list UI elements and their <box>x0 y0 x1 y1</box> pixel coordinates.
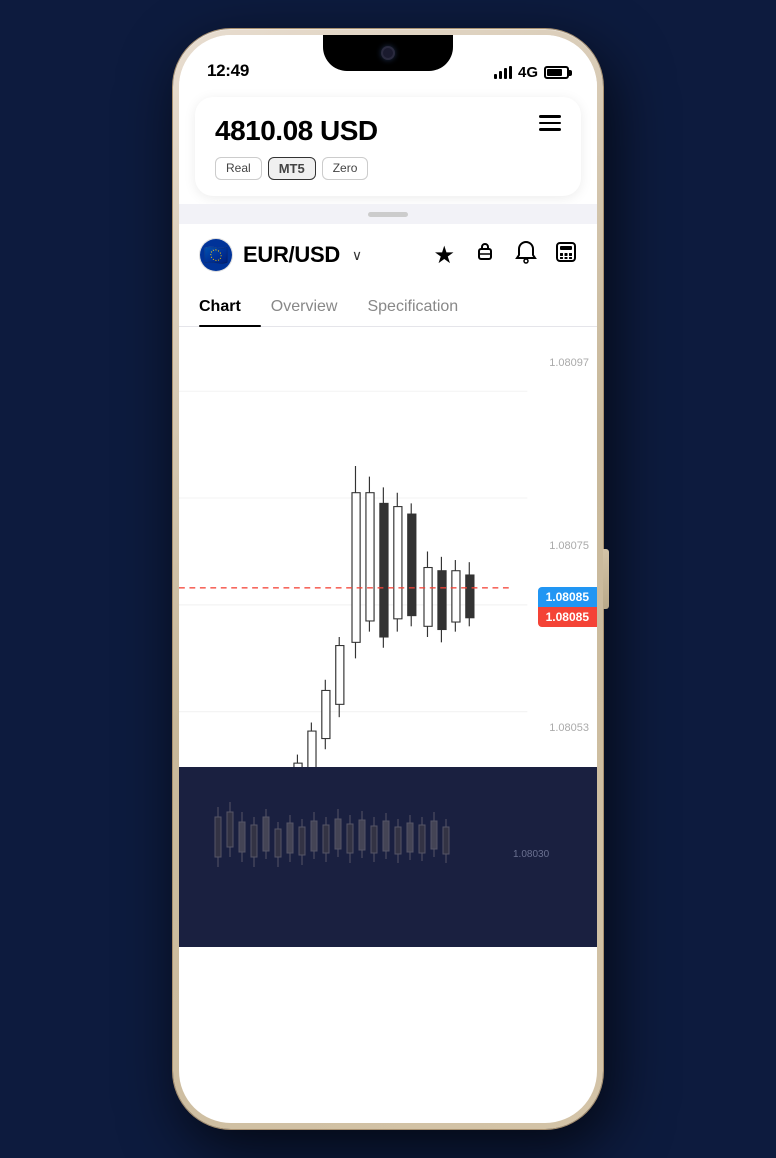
separator-area <box>179 204 597 224</box>
account-header: 4810.08 USD <box>215 115 561 147</box>
tag-mt5[interactable]: MT5 <box>268 157 316 180</box>
chart-dark-area: 1.08030 <box>179 767 597 947</box>
phone-notch <box>323 35 453 71</box>
briefcase-icon[interactable] <box>473 241 497 269</box>
tab-chart[interactable]: Chart <box>199 288 261 326</box>
signal-bar-1 <box>494 74 497 79</box>
hamburger-line-1 <box>539 115 561 118</box>
hamburger-line-2 <box>539 122 561 125</box>
chevron-down-icon[interactable]: ∨ <box>352 247 362 264</box>
dark-candles-svg: 1.08030 <box>179 767 597 947</box>
chart-area: 1.08097 1.08075 1.08053 1.08030 <box>179 327 597 947</box>
account-balance: 4810.08 USD <box>215 115 378 147</box>
calculator-icon[interactable] <box>555 241 577 269</box>
signal-bars <box>494 66 512 79</box>
price-label-1: 1.08097 <box>525 357 589 369</box>
eu-flag-icon: 🇪🇺 <box>199 238 233 272</box>
tag-zero[interactable]: Zero <box>322 157 369 180</box>
camera-dot <box>381 46 395 60</box>
svg-text:1.08030: 1.08030 <box>513 849 550 860</box>
tab-specification[interactable]: Specification <box>367 288 478 326</box>
phone-frame: 12:49 4G 4810.08 USD <box>173 29 603 1129</box>
price-label-4: 1.08053 <box>525 722 589 734</box>
account-card: 4810.08 USD Real MT5 Zero <box>195 97 581 196</box>
tag-real[interactable]: Real <box>215 157 262 180</box>
instrument-header: 🇪🇺 EUR/USD ∨ ★ <box>179 224 597 272</box>
battery-fill <box>547 69 562 76</box>
tab-overview[interactable]: Overview <box>271 288 358 326</box>
favorite-star-icon[interactable]: ★ <box>433 241 455 270</box>
signal-bar-3 <box>504 68 507 79</box>
signal-bar-4 <box>509 66 512 79</box>
separator-pill <box>368 212 408 217</box>
instrument-actions: ★ <box>433 240 577 270</box>
bid-ask-container: 1.08085 1.08085 <box>538 587 597 627</box>
status-right: 4G <box>494 64 569 81</box>
battery-icon <box>544 66 569 79</box>
account-tags: Real MT5 Zero <box>215 157 561 180</box>
signal-bar-2 <box>499 71 502 79</box>
hamburger-line-3 <box>539 128 561 131</box>
flag-emoji: 🇪🇺 <box>200 239 232 271</box>
tabs-container: Chart Overview Specification <box>179 288 597 327</box>
ask-label: 1.08085 <box>538 587 597 607</box>
side-button <box>603 549 609 609</box>
instrument-name: EUR/USD <box>243 242 340 268</box>
hamburger-button[interactable] <box>539 115 561 131</box>
network-type: 4G <box>518 64 538 81</box>
instrument-left: 🇪🇺 EUR/USD ∨ <box>199 238 362 272</box>
bid-label: 1.08085 <box>538 607 597 627</box>
phone-screen: 12:49 4G 4810.08 USD <box>179 35 597 1123</box>
bell-icon[interactable] <box>515 240 537 270</box>
price-label-3: 1.08075 <box>525 540 589 552</box>
status-time: 12:49 <box>207 61 249 81</box>
